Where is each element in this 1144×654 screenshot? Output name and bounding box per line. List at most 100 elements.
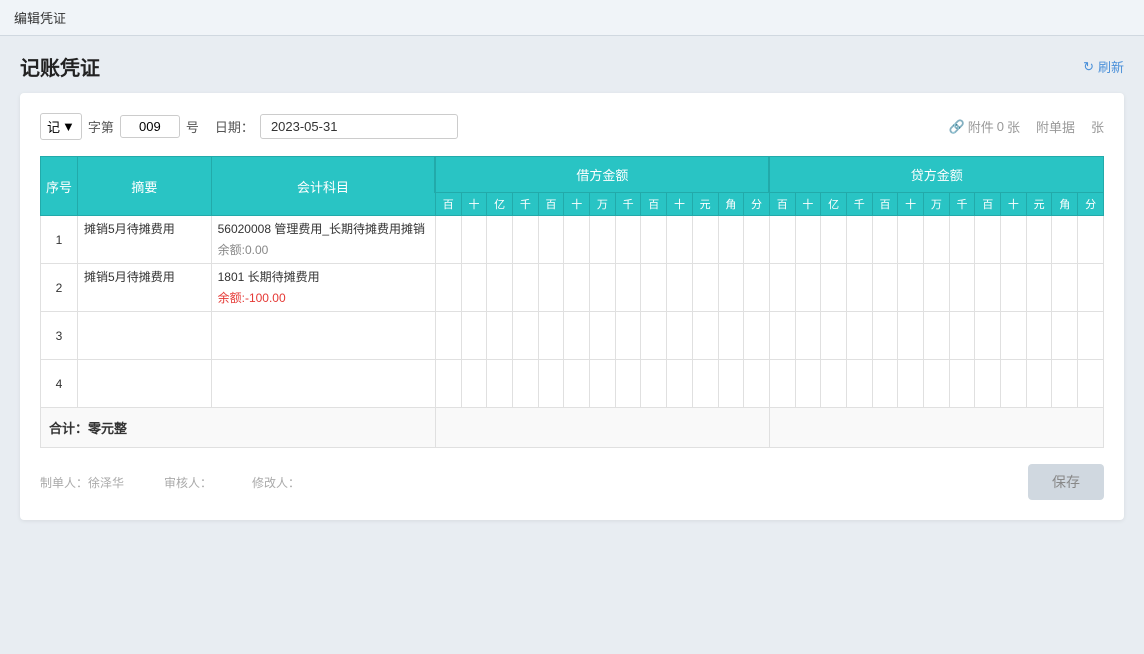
row-summary[interactable]: 摊销5月待摊费用: [78, 264, 212, 312]
row-account[interactable]: [211, 360, 435, 408]
credit-cell-3[interactable]: [821, 360, 847, 408]
debit-cell-8[interactable]: [615, 360, 641, 408]
debit-cell-10[interactable]: [667, 216, 693, 264]
debit-cell-9[interactable]: [641, 264, 667, 312]
credit-cell-5[interactable]: [872, 264, 898, 312]
row-summary[interactable]: 摊销5月待摊费用: [78, 216, 212, 264]
credit-cell-2[interactable]: [795, 312, 821, 360]
debit-cell-5[interactable]: [538, 216, 564, 264]
debit-cell-5[interactable]: [538, 312, 564, 360]
credit-cell-12[interactable]: [1052, 360, 1078, 408]
refresh-button[interactable]: ↻ 刷新: [1083, 57, 1124, 76]
credit-cell-9[interactable]: [975, 216, 1001, 264]
debit-cell-12[interactable]: [718, 312, 744, 360]
debit-cell-5[interactable]: [538, 360, 564, 408]
credit-cell-4[interactable]: [846, 312, 872, 360]
debit-cell-4[interactable]: [513, 360, 539, 408]
debit-cell-7[interactable]: [590, 216, 616, 264]
row-account[interactable]: 56020008 管理费用_长期待摊费用摊销余额:0.00: [211, 216, 435, 264]
save-button[interactable]: 保存: [1028, 464, 1104, 500]
credit-cell-6[interactable]: [898, 360, 924, 408]
debit-cell-8[interactable]: [615, 216, 641, 264]
debit-cell-1[interactable]: [435, 312, 461, 360]
credit-cell-11[interactable]: [1026, 216, 1052, 264]
credit-cell-13[interactable]: [1078, 216, 1104, 264]
debit-cell-3[interactable]: [487, 312, 513, 360]
debit-cell-10[interactable]: [667, 312, 693, 360]
debit-cell-7[interactable]: [590, 264, 616, 312]
credit-cell-2[interactable]: [795, 264, 821, 312]
credit-cell-8[interactable]: [949, 216, 975, 264]
debit-cell-1[interactable]: [435, 360, 461, 408]
debit-cell-10[interactable]: [667, 264, 693, 312]
debit-cell-13[interactable]: [744, 360, 770, 408]
row-account[interactable]: [211, 312, 435, 360]
credit-cell-1[interactable]: [769, 216, 795, 264]
debit-cell-12[interactable]: [718, 216, 744, 264]
credit-cell-1[interactable]: [769, 360, 795, 408]
debit-cell-9[interactable]: [641, 216, 667, 264]
debit-cell-2[interactable]: [461, 216, 487, 264]
credit-cell-2[interactable]: [795, 360, 821, 408]
credit-cell-12[interactable]: [1052, 264, 1078, 312]
debit-cell-1[interactable]: [435, 216, 461, 264]
credit-cell-13[interactable]: [1078, 312, 1104, 360]
debit-cell-13[interactable]: [744, 264, 770, 312]
credit-cell-5[interactable]: [872, 312, 898, 360]
credit-cell-2[interactable]: [795, 216, 821, 264]
credit-cell-9[interactable]: [975, 264, 1001, 312]
credit-cell-7[interactable]: [924, 264, 950, 312]
debit-cell-3[interactable]: [487, 360, 513, 408]
credit-cell-4[interactable]: [846, 216, 872, 264]
debit-cell-3[interactable]: [487, 264, 513, 312]
debit-cell-4[interactable]: [513, 312, 539, 360]
debit-cell-2[interactable]: [461, 312, 487, 360]
row-summary[interactable]: [78, 360, 212, 408]
credit-cell-13[interactable]: [1078, 360, 1104, 408]
type-select[interactable]: 记 ▼: [40, 113, 82, 140]
credit-cell-8[interactable]: [949, 264, 975, 312]
debit-cell-4[interactable]: [513, 264, 539, 312]
credit-cell-12[interactable]: [1052, 216, 1078, 264]
credit-cell-3[interactable]: [821, 312, 847, 360]
row-summary[interactable]: [78, 312, 212, 360]
credit-cell-7[interactable]: [924, 312, 950, 360]
credit-cell-12[interactable]: [1052, 312, 1078, 360]
credit-cell-1[interactable]: [769, 264, 795, 312]
credit-cell-10[interactable]: [1001, 312, 1027, 360]
row-account[interactable]: 1801 长期待摊费用余额:-100.00: [211, 264, 435, 312]
credit-cell-9[interactable]: [975, 360, 1001, 408]
debit-cell-6[interactable]: [564, 312, 590, 360]
debit-cell-11[interactable]: [692, 312, 718, 360]
debit-cell-9[interactable]: [641, 312, 667, 360]
debit-cell-6[interactable]: [564, 264, 590, 312]
debit-cell-2[interactable]: [461, 360, 487, 408]
credit-cell-9[interactable]: [975, 312, 1001, 360]
debit-cell-8[interactable]: [615, 312, 641, 360]
debit-cell-5[interactable]: [538, 264, 564, 312]
credit-cell-10[interactable]: [1001, 264, 1027, 312]
debit-cell-13[interactable]: [744, 216, 770, 264]
credit-cell-8[interactable]: [949, 360, 975, 408]
debit-cell-11[interactable]: [692, 216, 718, 264]
debit-cell-10[interactable]: [667, 360, 693, 408]
credit-cell-3[interactable]: [821, 216, 847, 264]
debit-cell-11[interactable]: [692, 360, 718, 408]
debit-cell-2[interactable]: [461, 264, 487, 312]
debit-cell-6[interactable]: [564, 216, 590, 264]
credit-cell-6[interactable]: [898, 312, 924, 360]
credit-cell-13[interactable]: [1078, 264, 1104, 312]
debit-cell-3[interactable]: [487, 216, 513, 264]
credit-cell-10[interactable]: [1001, 360, 1027, 408]
credit-cell-11[interactable]: [1026, 312, 1052, 360]
credit-cell-1[interactable]: [769, 312, 795, 360]
date-input[interactable]: [260, 114, 458, 139]
debit-cell-7[interactable]: [590, 312, 616, 360]
credit-cell-11[interactable]: [1026, 360, 1052, 408]
attachment-link[interactable]: 🔗 附件 0 张: [949, 117, 1020, 136]
credit-cell-5[interactable]: [872, 360, 898, 408]
debit-cell-7[interactable]: [590, 360, 616, 408]
credit-cell-7[interactable]: [924, 216, 950, 264]
credit-cell-6[interactable]: [898, 264, 924, 312]
credit-cell-4[interactable]: [846, 264, 872, 312]
